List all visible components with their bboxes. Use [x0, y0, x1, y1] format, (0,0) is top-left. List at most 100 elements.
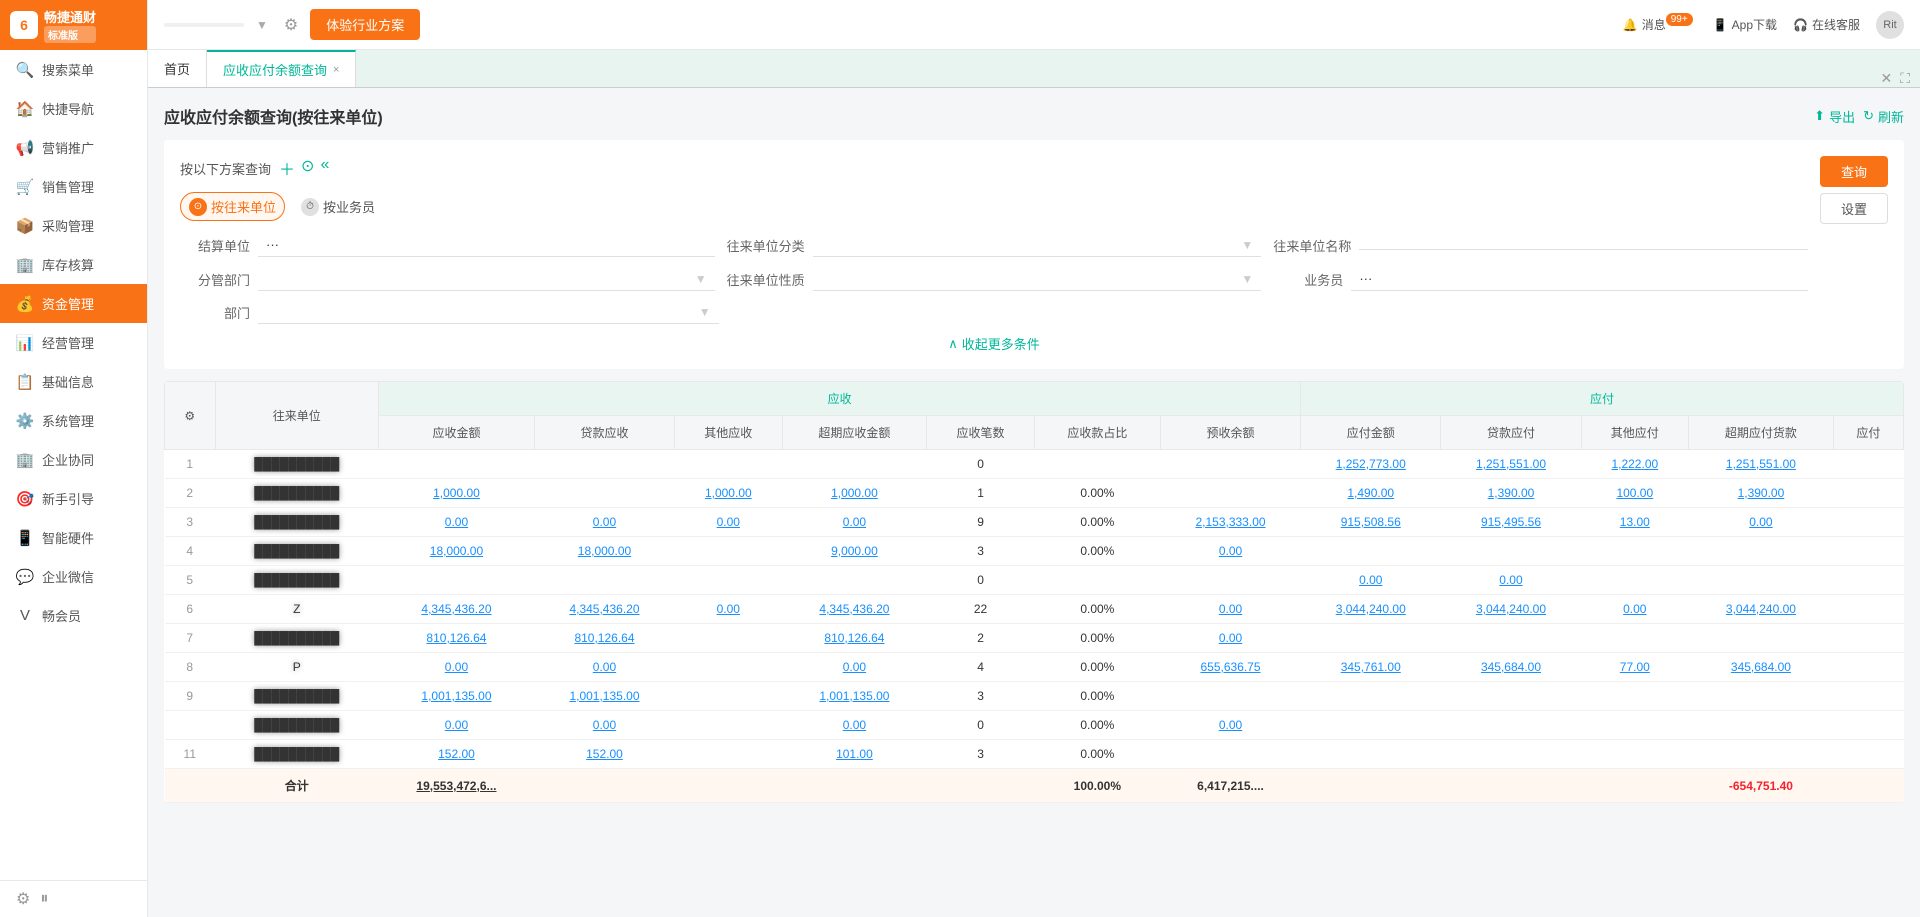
- data-cell[interactable]: 810,126.64: [782, 624, 927, 653]
- data-cell[interactable]: 1,390.00: [1441, 479, 1581, 508]
- data-cell[interactable]: 3,044,240.00: [1441, 595, 1581, 624]
- partner-name-input[interactable]: [1359, 241, 1808, 250]
- close-window-icon[interactable]: ✕: [1880, 70, 1892, 87]
- collapse-btn[interactable]: ∧ 收起更多条件: [180, 334, 1808, 353]
- data-cell[interactable]: 0.00: [782, 653, 927, 682]
- settlement-unit-input[interactable]: ···: [258, 233, 715, 257]
- sidebar-item-hardware[interactable]: 📱 智能硬件: [0, 518, 147, 557]
- data-cell[interactable]: 915,495.56: [1441, 508, 1581, 537]
- footer-receivable-amount[interactable]: 19,553,472,6...: [379, 769, 535, 803]
- col-settings-header[interactable]: ⚙: [165, 382, 216, 450]
- collapse-scheme-btn[interactable]: «: [320, 156, 329, 180]
- data-cell[interactable]: 0.00: [1581, 595, 1688, 624]
- data-cell[interactable]: 1,251,551.00: [1441, 450, 1581, 479]
- online-service-item[interactable]: 🎧 在线客服: [1793, 16, 1860, 33]
- promo-button[interactable]: 体验行业方案: [310, 9, 420, 40]
- data-cell[interactable]: 4,345,436.20: [782, 595, 927, 624]
- data-cell[interactable]: 0.00: [1160, 624, 1300, 653]
- sidebar-item-operations[interactable]: 📊 经营管理: [0, 323, 147, 362]
- data-cell[interactable]: 152.00: [534, 740, 674, 769]
- data-cell[interactable]: 9,000.00: [782, 537, 927, 566]
- data-cell[interactable]: 77.00: [1581, 653, 1688, 682]
- data-cell[interactable]: 0.00: [534, 711, 674, 740]
- sidebar-item-quicknav[interactable]: 🏠 快捷导航: [0, 89, 147, 128]
- data-cell[interactable]: 1,390.00: [1689, 479, 1834, 508]
- sidebar-item-search[interactable]: 🔍 搜索菜单: [0, 50, 147, 89]
- data-cell[interactable]: 4,345,436.20: [534, 595, 674, 624]
- tab-home[interactable]: 首页: [148, 50, 207, 87]
- export-button[interactable]: ⬆ 导出: [1814, 107, 1855, 126]
- refresh-button[interactable]: ↻ 刷新: [1863, 107, 1904, 126]
- option-by-partner[interactable]: ⊙ 按往来单位: [180, 192, 285, 221]
- data-cell[interactable]: 0.00: [1689, 508, 1834, 537]
- dept2-select[interactable]: ▼: [258, 301, 719, 324]
- data-cell[interactable]: 0.00: [1301, 566, 1441, 595]
- sidebar-item-marketing[interactable]: 📢 营销推广: [0, 128, 147, 167]
- data-cell[interactable]: 1,252,773.00: [1301, 450, 1441, 479]
- data-cell[interactable]: 1,490.00: [1301, 479, 1441, 508]
- data-cell[interactable]: 0.00: [1160, 711, 1300, 740]
- sidebar-item-system[interactable]: ⚙️ 系统管理: [0, 401, 147, 440]
- data-cell[interactable]: 1,251,551.00: [1689, 450, 1834, 479]
- data-cell[interactable]: 100.00: [1581, 479, 1688, 508]
- data-cell[interactable]: 1,000.00: [379, 479, 535, 508]
- data-cell[interactable]: 1,001,135.00: [379, 682, 535, 711]
- data-cell[interactable]: 0.00: [1160, 537, 1300, 566]
- data-cell[interactable]: 18,000.00: [534, 537, 674, 566]
- tab-close-icon[interactable]: ×: [333, 64, 339, 76]
- data-cell[interactable]: 4,345,436.20: [379, 595, 535, 624]
- sidebar-item-member[interactable]: V 畅会员: [0, 596, 147, 635]
- sidebar-item-sales[interactable]: 🛒 销售管理: [0, 167, 147, 206]
- data-cell[interactable]: 0.00: [379, 711, 535, 740]
- sidebar-item-basic[interactable]: 📋 基础信息: [0, 362, 147, 401]
- data-cell[interactable]: 101.00: [782, 740, 927, 769]
- query-button[interactable]: 查询: [1820, 156, 1888, 187]
- data-cell[interactable]: 1,001,135.00: [534, 682, 674, 711]
- data-cell[interactable]: 0.00: [675, 595, 782, 624]
- data-cell[interactable]: 655,636.75: [1160, 653, 1300, 682]
- sidebar-item-purchase[interactable]: 📦 采购管理: [0, 206, 147, 245]
- tab-balance-query[interactable]: 应收应付余额查询 ×: [207, 50, 356, 87]
- data-cell[interactable]: 810,126.64: [379, 624, 535, 653]
- data-cell[interactable]: 345,684.00: [1441, 653, 1581, 682]
- collapse-icon[interactable]: ⏸: [40, 890, 48, 908]
- data-cell[interactable]: 1,222.00: [1581, 450, 1688, 479]
- topbar-gear-icon[interactable]: ⚙: [284, 15, 298, 35]
- data-cell[interactable]: 345,761.00: [1301, 653, 1441, 682]
- option-by-salesperson[interactable]: ⏱ 按业务员: [293, 193, 383, 220]
- app-download-item[interactable]: 📱 App下载: [1713, 16, 1777, 33]
- sidebar-item-guide[interactable]: 🎯 新手引导: [0, 479, 147, 518]
- notification-item[interactable]: 🔔 消息 99+: [1623, 16, 1697, 33]
- user-avatar[interactable]: Rit: [1876, 11, 1904, 39]
- sidebar-item-wechat[interactable]: 💬 企业微信: [0, 557, 147, 596]
- expand-icon[interactable]: ⛶: [1900, 70, 1910, 87]
- topbar-down-icon[interactable]: ▼: [256, 18, 268, 32]
- data-cell[interactable]: 0.00: [782, 508, 927, 537]
- edit-scheme-btn[interactable]: ⊙: [301, 156, 314, 180]
- data-cell[interactable]: 810,126.64: [534, 624, 674, 653]
- sidebar-item-enterprise[interactable]: 🏢 企业协同: [0, 440, 147, 479]
- data-cell[interactable]: 3,044,240.00: [1689, 595, 1834, 624]
- dept-select[interactable]: ▼: [258, 268, 715, 291]
- sidebar-item-inventory[interactable]: 🏢 库存核算: [0, 245, 147, 284]
- salesperson-input[interactable]: ···: [1351, 267, 1808, 291]
- data-cell[interactable]: 1,001,135.00: [782, 682, 927, 711]
- partner-category-select[interactable]: ▼: [813, 234, 1262, 257]
- data-cell[interactable]: 0.00: [534, 508, 674, 537]
- data-cell[interactable]: 18,000.00: [379, 537, 535, 566]
- data-cell[interactable]: 13.00: [1581, 508, 1688, 537]
- data-cell[interactable]: 0.00: [675, 508, 782, 537]
- data-cell[interactable]: 1,000.00: [675, 479, 782, 508]
- data-cell[interactable]: 0.00: [379, 653, 535, 682]
- data-cell[interactable]: 152.00: [379, 740, 535, 769]
- data-cell[interactable]: 0.00: [379, 508, 535, 537]
- sidebar-item-finance[interactable]: 💰 资金管理: [0, 284, 147, 323]
- data-cell[interactable]: 345,684.00: [1689, 653, 1834, 682]
- data-cell[interactable]: 0.00: [782, 711, 927, 740]
- data-cell[interactable]: 3,044,240.00: [1301, 595, 1441, 624]
- settings-button[interactable]: 设置: [1820, 193, 1888, 224]
- data-cell[interactable]: 915,508.56: [1301, 508, 1441, 537]
- data-cell[interactable]: 0.00: [534, 653, 674, 682]
- data-cell[interactable]: 0.00: [1441, 566, 1581, 595]
- settings-icon[interactable]: ⚙: [16, 889, 30, 909]
